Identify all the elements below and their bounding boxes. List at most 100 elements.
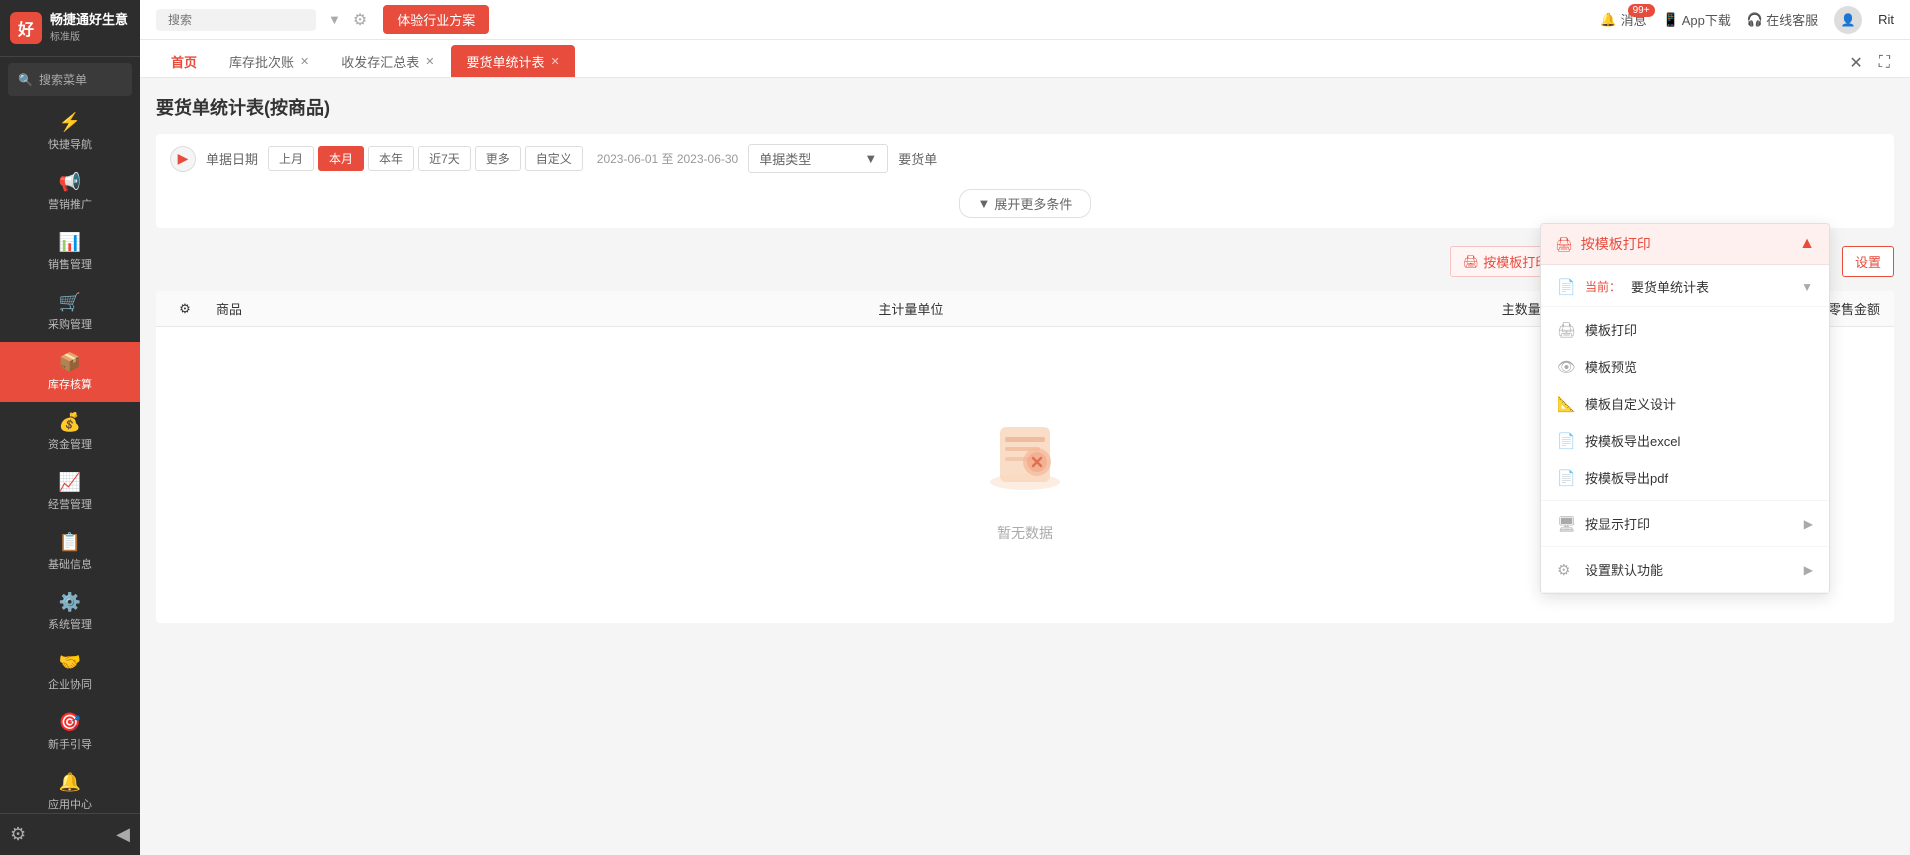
print-dropdown-menu: 🖨 按模板打印 ▲ 📄 当前： 要货单统计表 ▼ 🖨 模板打印 [1540,223,1830,594]
header-settings-icon[interactable]: ⚙ [353,10,367,30]
tab-maximize-button[interactable]: ⛶ [1875,50,1894,76]
sidebar-item-base[interactable]: 📋 基础信息 [0,522,140,582]
app-download-link[interactable]: 📱 App下载 [1663,10,1731,29]
notify-badge: 99+ [1628,4,1655,17]
sidebar-item-sales[interactable]: 📊 销售管理 [0,222,140,282]
user-avatar[interactable]: 👤 [1834,6,1862,34]
tab-close-all-button[interactable]: ✕ [1845,49,1866,77]
dropdown-item-display-print[interactable]: 🖥 按显示打印 ▶ [1541,505,1829,542]
collab-icon: 🤝 [59,652,81,673]
current-template-label: 要货单统计表 [1631,277,1791,296]
header-search-input[interactable] [156,9,316,31]
order-type-select[interactable]: 单据类型 ▼ [748,144,888,173]
sidebar-item-appstore[interactable]: 🔔 应用中心 [0,762,140,813]
sidebar-search[interactable]: 🔍 搜索菜单 [8,63,132,96]
sidebar-item-marketing[interactable]: 📢 营销推广 [0,162,140,222]
main-content: ▼ ⚙ 体验行业方案 🔔 消息 99+ 📱 App下载 🎧 在线客服 👤 Rit [140,0,1910,855]
footer-collapse-icon[interactable]: ◀ [116,824,130,845]
dropdown-item-export-excel[interactable]: 📄 按模板导出excel [1541,422,1829,459]
dropdown-item-template-preview[interactable]: 👁 模板预览 [1541,348,1829,385]
default-func-icon: ⚙ [1557,561,1575,579]
download-icon: 📱 [1663,12,1679,28]
sidebar-item-guide[interactable]: 🎯 新手引导 [0,702,140,762]
sidebar-label-sales: 销售管理 [48,256,92,272]
header-right: 🔔 消息 99+ 📱 App下载 🎧 在线客服 👤 Rit [1600,6,1894,34]
tab-receivable-summary-label: 收发存汇总表 [341,52,419,71]
current-template-arrow[interactable]: ▼ [1801,280,1813,294]
tab-home[interactable]: 首页 [156,45,212,77]
date-btn-7days[interactable]: 近7天 [418,146,471,171]
dropdown-items-section: 🖨 模板打印 👁 模板预览 📐 模板自定义设计 📄 按模板导出excel 📄 [1541,307,1829,501]
marketing-icon: 📢 [59,172,81,193]
bell-icon: 🔔 [1600,12,1616,28]
date-btn-current-month[interactable]: 本月 [318,146,364,171]
sidebar-item-operations[interactable]: 📈 经营管理 [0,462,140,522]
filter-expand-icon[interactable]: ▶ [170,146,196,172]
dropdown-item-template-custom[interactable]: 📐 模板自定义设计 [1541,385,1829,422]
dropdown-current-section: 📄 当前： 要货单统计表 ▼ [1541,265,1829,307]
dropdown-item-export-pdf[interactable]: 📄 按模板导出pdf [1541,459,1829,496]
service-icon: 🎧 [1747,12,1763,28]
expand-more-button[interactable]: ▼ 展开更多条件 [959,189,1092,218]
sidebar-footer: ⚙ ◀ [0,813,140,855]
tab-actions: ✕ ⛶ [1845,49,1894,77]
sidebar-label-base: 基础信息 [48,556,92,572]
date-btn-custom[interactable]: 自定义 [525,146,583,171]
industry-solution-button[interactable]: 体验行业方案 [383,5,489,34]
header-dropdown-icon[interactable]: ▼ [328,12,341,27]
online-service-link[interactable]: 🎧 在线客服 [1747,10,1818,29]
date-btn-prev-month[interactable]: 上月 [268,146,314,171]
search-label: 搜索菜单 [39,71,87,88]
date-btn-current-year[interactable]: 本年 [368,146,414,171]
template-preview-label: 模板预览 [1585,357,1637,376]
col-header-settings[interactable]: ⚙ [170,301,200,317]
base-icon: 📋 [59,532,81,553]
default-func-arrow: ▶ [1804,563,1813,577]
tab-inventory-batch[interactable]: 库存批次账 ✕ [214,45,324,77]
date-range-display: 2023-06-01 至 2023-06-30 [597,150,738,167]
export-excel-icon: 📄 [1557,432,1575,450]
template-custom-label: 模板自定义设计 [1585,394,1676,413]
sidebar-label-purchase: 采购管理 [48,316,92,332]
sidebar-item-finance[interactable]: 💰 资金管理 [0,402,140,462]
filter-more-row: ▼ 展开更多条件 [170,183,1880,218]
tab-inventory-batch-close[interactable]: ✕ [300,55,309,68]
dropdown-header: 🖨 按模板打印 ▲ [1541,224,1829,265]
tab-home-label: 首页 [171,52,197,71]
template-print-icon: 🖨 [1557,321,1575,339]
col-header-unit: 主计量单位 [878,299,1201,318]
app-brand-name: 畅捷通好生意 [50,12,128,29]
tab-receivable-summary-close[interactable]: ✕ [425,55,434,68]
app-logo-icon: 好 [10,12,42,44]
settings-button[interactable]: 设置 [1842,246,1894,277]
sidebar-item-purchase[interactable]: 🛒 采购管理 [0,282,140,342]
expand-label: 展开更多条件 [994,194,1072,213]
order-goods-label: 要货单 [898,149,937,168]
sidebar-item-system[interactable]: ⚙️ 系统管理 [0,582,140,642]
app-version: 标准版 [50,31,128,44]
dropdown-current-template[interactable]: 📄 当前： 要货单统计表 ▼ [1541,269,1829,302]
default-func-label: 设置默认功能 [1585,560,1663,579]
sidebar-label-quick-nav: 快捷导航 [48,136,92,152]
username-label: Rit [1878,12,1894,27]
current-template-prefix: 当前： [1585,278,1621,295]
sidebar-item-quick-nav[interactable]: ⚡ 快捷导航 [0,102,140,162]
tab-order-stats[interactable]: 要货单统计表 ✕ [451,45,574,77]
dropdown-item-default-func[interactable]: ⚙ 设置默认功能 ▶ [1541,551,1829,588]
export-excel-label: 按模板导出excel [1585,431,1680,450]
print-dropdown-title: 按模板打印 [1581,234,1651,254]
notification-button[interactable]: 🔔 消息 99+ [1600,10,1646,29]
empty-state-text: 暂无数据 [997,523,1053,543]
dropdown-item-template-print[interactable]: 🖨 模板打印 [1541,311,1829,348]
sidebar-item-inventory[interactable]: 📦 库存核算 [0,342,140,402]
sidebar-logo: 好 畅捷通好生意 标准版 [0,0,140,57]
appstore-icon: 🔔 [59,772,81,793]
dropdown-collapse-arrow[interactable]: ▲ [1799,235,1815,253]
template-custom-icon: 📐 [1557,395,1575,413]
footer-settings-icon[interactable]: ⚙ [10,824,26,845]
date-btn-more[interactable]: 更多 [475,146,521,171]
order-type-dropdown-icon: ▼ [864,151,877,166]
tab-order-stats-close[interactable]: ✕ [551,55,560,68]
sidebar-item-collab[interactable]: 🤝 企业协同 [0,642,140,702]
tab-receivable-summary[interactable]: 收发存汇总表 ✕ [326,45,449,77]
